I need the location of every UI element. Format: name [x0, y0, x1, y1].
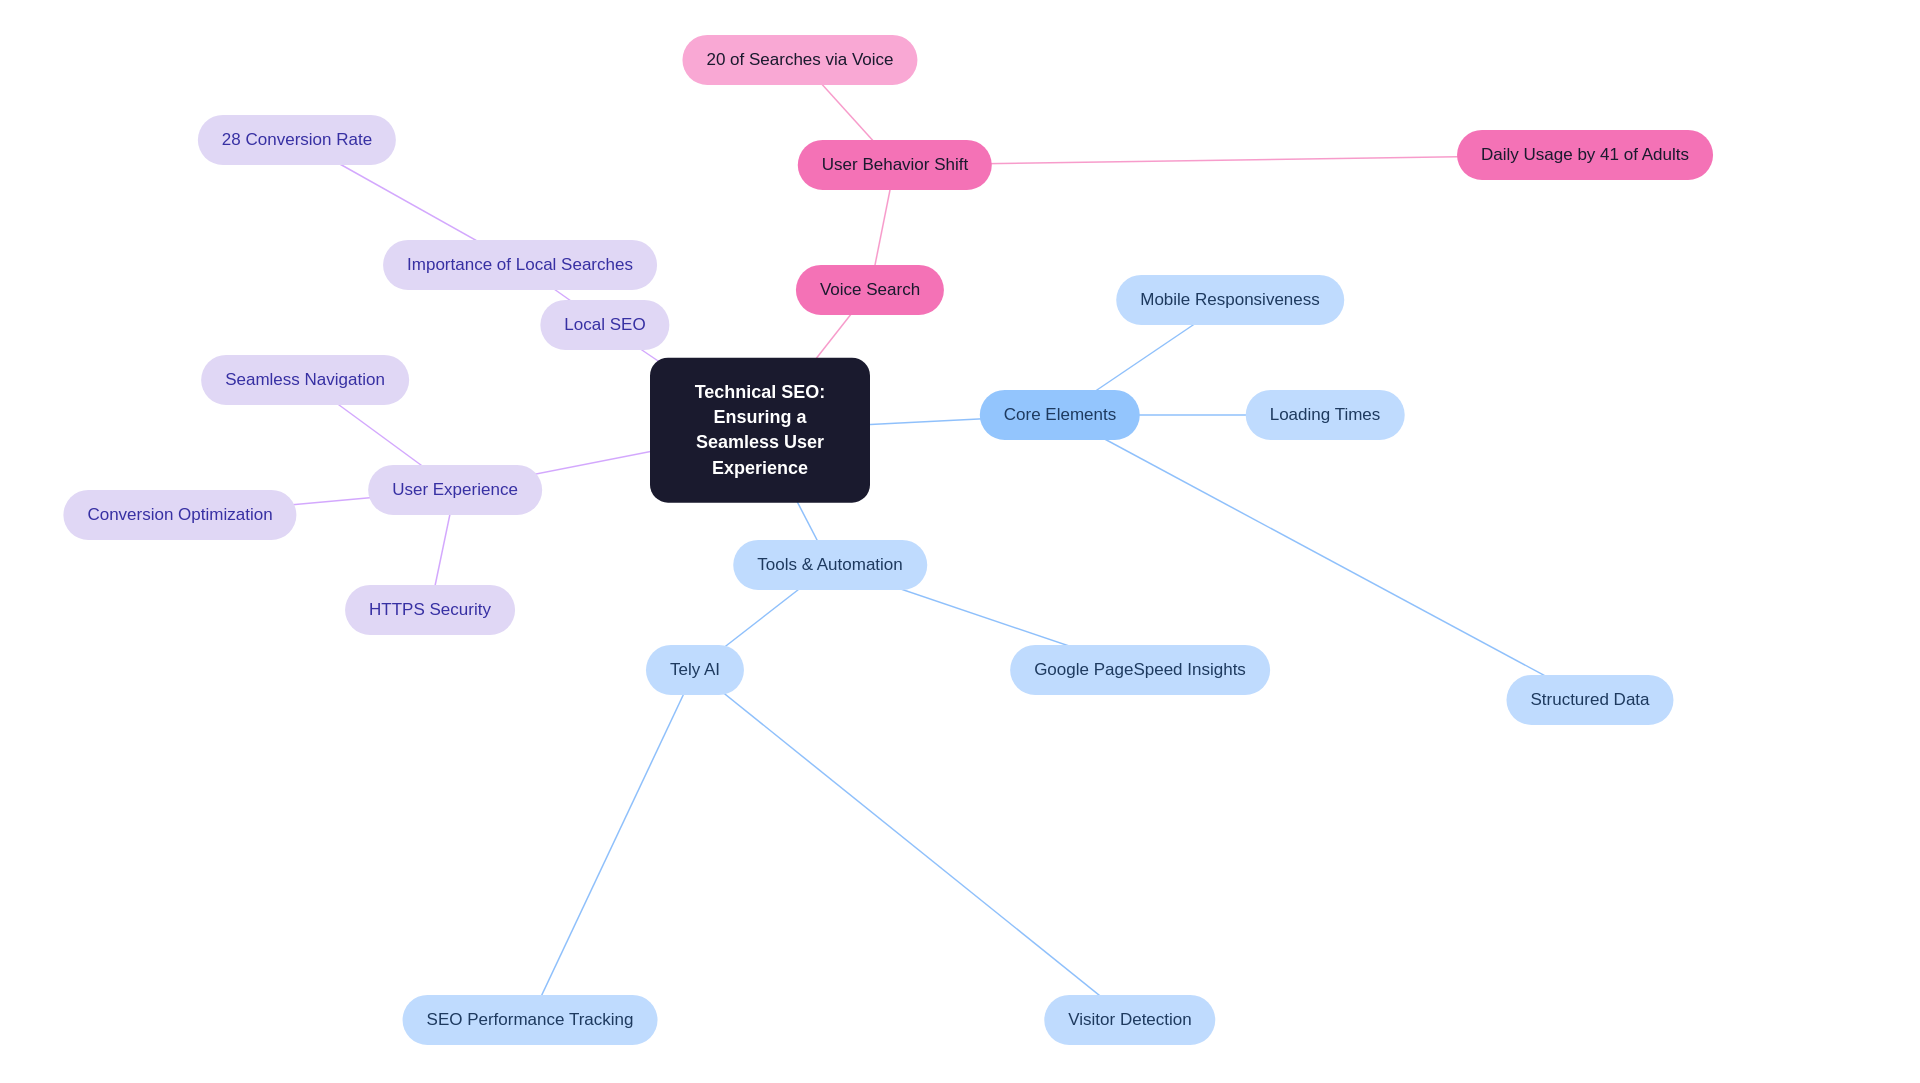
node-center[interactable]: Technical SEO: Ensuring a Seamless User …: [650, 358, 870, 503]
mind-map: Technical SEO: Ensuring a Seamless User …: [0, 0, 1920, 1083]
node-voice_search[interactable]: Voice Search: [796, 265, 944, 315]
node-user_behavior_shift[interactable]: User Behavior Shift: [798, 140, 992, 190]
node-tools_automation[interactable]: Tools & Automation: [733, 540, 927, 590]
node-structured_data[interactable]: Structured Data: [1506, 675, 1673, 725]
node-loading_times[interactable]: Loading Times: [1246, 390, 1405, 440]
node-google_pagespeed[interactable]: Google PageSpeed Insights: [1010, 645, 1270, 695]
node-daily_usage[interactable]: Daily Usage by 41 of Adults: [1457, 130, 1713, 180]
node-searches_via_voice[interactable]: 20 of Searches via Voice: [682, 35, 917, 85]
node-conversion_rate[interactable]: 28 Conversion Rate: [198, 115, 396, 165]
node-visitor_detection[interactable]: Visitor Detection: [1044, 995, 1215, 1045]
node-local_seo[interactable]: Local SEO: [540, 300, 669, 350]
node-seamless_nav[interactable]: Seamless Navigation: [201, 355, 409, 405]
node-https_security[interactable]: HTTPS Security: [345, 585, 515, 635]
node-conversion_opt[interactable]: Conversion Optimization: [63, 490, 296, 540]
node-importance_local[interactable]: Importance of Local Searches: [383, 240, 657, 290]
node-user_experience[interactable]: User Experience: [368, 465, 542, 515]
node-seo_performance[interactable]: SEO Performance Tracking: [403, 995, 658, 1045]
svg-line-18: [530, 670, 695, 1020]
node-tely_ai[interactable]: Tely AI: [646, 645, 744, 695]
node-core_elements[interactable]: Core Elements: [980, 390, 1140, 440]
svg-line-19: [695, 670, 1130, 1020]
node-mobile_resp[interactable]: Mobile Responsiveness: [1116, 275, 1344, 325]
